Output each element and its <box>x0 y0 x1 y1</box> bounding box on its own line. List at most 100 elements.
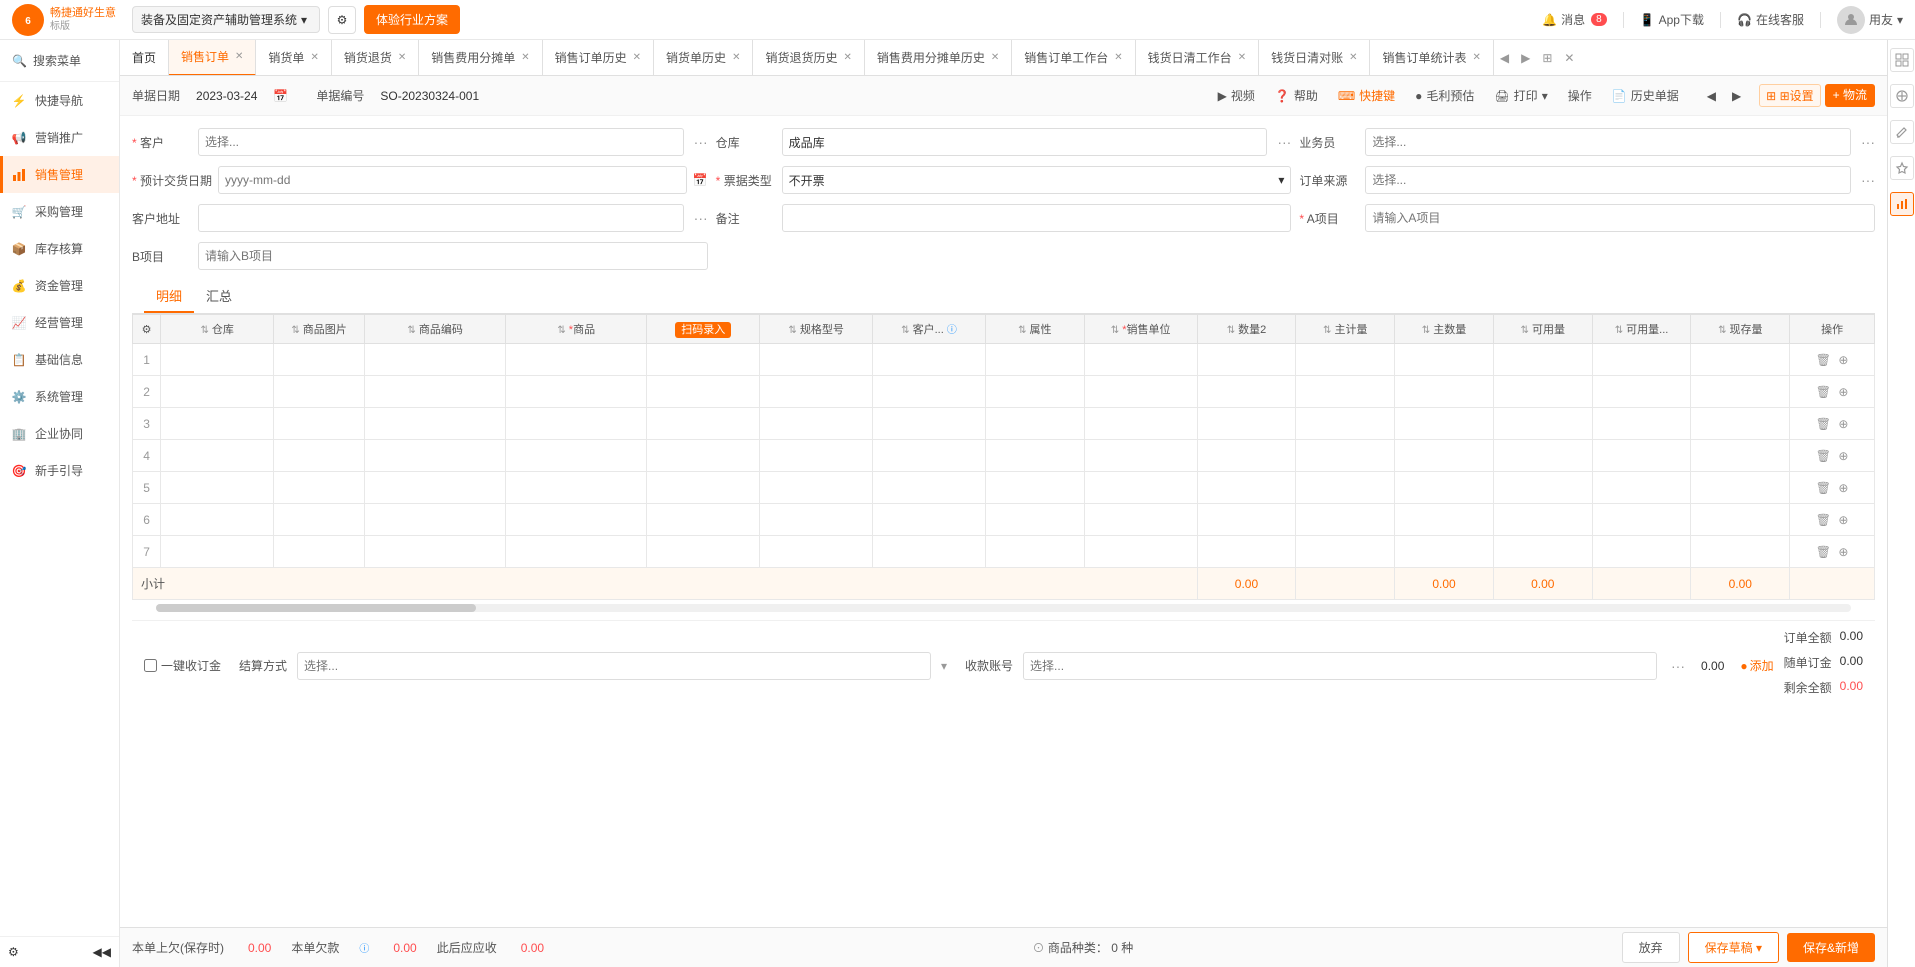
row-7-customer-code[interactable] <box>873 536 986 568</box>
row-5-qty2[interactable] <box>1197 472 1296 504</box>
row-5-delete-icon[interactable]: 🗑 <box>1816 481 1831 495</box>
col-header-attr[interactable]: ⇅ 属性 <box>985 315 1084 344</box>
tab-sales-refund-history-close[interactable]: ✕ <box>843 52 851 63</box>
tab-sales-summary[interactable]: 销售订单统计表 ✕ <box>1370 40 1493 76</box>
col-header-main-unit[interactable]: ⇅ 主计量 <box>1296 315 1395 344</box>
row-2-warehouse[interactable] <box>161 376 274 408</box>
row-1-delete-icon[interactable]: 🗑 <box>1816 353 1831 367</box>
tab-sales-order-history[interactable]: 销售订单历史 ✕ <box>543 40 654 76</box>
row-4-warehouse[interactable] <box>161 440 274 472</box>
row-1-customer-code[interactable] <box>873 344 986 376</box>
add-payment-btn[interactable]: ● 添加 <box>1740 657 1773 674</box>
tab-summary[interactable]: 汇总 <box>194 280 244 313</box>
discard-button[interactable]: 放弃 <box>1622 932 1680 963</box>
row-1-qty2[interactable] <box>1197 344 1296 376</box>
salesperson-input[interactable] <box>1365 128 1851 156</box>
row-2-spec[interactable] <box>760 376 873 408</box>
tab-sales-refund-history[interactable]: 销货退货历史 ✕ <box>753 40 864 76</box>
row-3-unit[interactable] <box>1084 408 1197 440</box>
tab-sales-fee-history[interactable]: 销售费用分摊单历史 ✕ <box>865 40 1012 76</box>
row-2-unit[interactable] <box>1084 376 1197 408</box>
current-owe-icon[interactable]: ⓘ <box>359 940 369 955</box>
sidebar-item-marketing[interactable]: 📢 营销推广 <box>0 119 119 156</box>
row-7-spec[interactable] <box>760 536 873 568</box>
customer-address-more-btn[interactable]: ··· <box>694 210 708 226</box>
warehouse-more-btn[interactable]: ··· <box>1277 134 1291 150</box>
history-btn[interactable]: 📄 历史单据 <box>1606 85 1685 106</box>
tab-sales-return[interactable]: 销货单 ✕ <box>256 40 331 76</box>
nav-prev-btn[interactable]: ◀ <box>1701 87 1722 105</box>
row-5-product[interactable] <box>506 472 647 504</box>
tab-prev-btn[interactable]: ◀ <box>1494 40 1515 76</box>
tab-cash-reconcile-close[interactable]: ✕ <box>1349 52 1357 63</box>
sidebar-item-guide[interactable]: 🎯 新手引导 <box>0 452 119 489</box>
view-video-btn[interactable]: ▶ 视频 <box>1212 85 1261 106</box>
col-header-stock[interactable]: ⇅ 现存量 <box>1691 315 1790 344</box>
col-header-main-qty[interactable]: ⇅ 主数量 <box>1395 315 1494 344</box>
delivery-date-input[interactable] <box>218 166 687 194</box>
row-3-copy-icon[interactable]: ⊕ <box>1838 417 1848 431</box>
salesperson-more-btn[interactable]: ··· <box>1861 134 1875 150</box>
right-panel-btn-1[interactable] <box>1890 48 1914 72</box>
row-7-warehouse[interactable] <box>161 536 274 568</box>
tab-sales-return-close[interactable]: ✕ <box>310 52 318 63</box>
row-1-copy-icon[interactable]: ⊕ <box>1838 353 1848 367</box>
row-7-qty2[interactable] <box>1197 536 1296 568</box>
row-1-warehouse[interactable] <box>161 344 274 376</box>
sidebar-item-sales[interactable]: 销售管理 <box>0 156 119 193</box>
user-area[interactable]: 用友 ▾ <box>1837 6 1903 34</box>
row-3-code[interactable] <box>365 408 506 440</box>
settings-panel-btn[interactable]: ⊞ ⊞设置 <box>1759 84 1820 107</box>
row-1-attr[interactable] <box>985 344 1084 376</box>
save-draft-button[interactable]: 保存草稿 ▾ <box>1688 932 1779 963</box>
tab-sales-fee-split[interactable]: 销售费用分摊单 ✕ <box>419 40 542 76</box>
col-header-avail[interactable]: ⇅ 可用量 <box>1493 315 1592 344</box>
row-6-unit[interactable] <box>1084 504 1197 536</box>
sidebar-collapse-icon[interactable]: ◀◀ <box>93 945 111 959</box>
tab-sales-order-history-close[interactable]: ✕ <box>633 52 641 63</box>
tab-cash-daily-close[interactable]: ✕ <box>1238 52 1246 63</box>
row-4-customer-code[interactable] <box>873 440 986 472</box>
print-btn[interactable]: 🖨 打印 ▾ <box>1488 85 1553 106</box>
row-2-code[interactable] <box>365 376 506 408</box>
row-7-attr[interactable] <box>985 536 1084 568</box>
col-header-qty2[interactable]: ⇅ 数量2 <box>1197 315 1296 344</box>
row-1-main-qty[interactable] <box>1395 344 1494 376</box>
col-header-code[interactable]: ⇅ 商品编码 <box>365 315 506 344</box>
scrollbar-track[interactable] <box>156 604 1851 612</box>
tab-close-all-btn[interactable]: ✕ <box>1558 40 1580 76</box>
customer-address-input[interactable] <box>198 204 684 232</box>
row-2-product[interactable] <box>506 376 647 408</box>
tab-next-btn[interactable]: ▶ <box>1515 40 1536 76</box>
row-1-product[interactable] <box>506 344 647 376</box>
row-3-attr[interactable] <box>985 408 1084 440</box>
row-4-unit[interactable] <box>1084 440 1197 472</box>
row-4-code[interactable] <box>365 440 506 472</box>
auto-collect-checkbox-label[interactable]: 一键收订金 <box>144 657 221 674</box>
table-scrollbar-area[interactable] <box>132 600 1875 620</box>
row-6-code[interactable] <box>365 504 506 536</box>
row-4-qty2[interactable] <box>1197 440 1296 472</box>
row-4-attr[interactable] <box>985 440 1084 472</box>
tab-sales-order-close[interactable]: ✕ <box>235 51 243 62</box>
row-1-unit[interactable] <box>1084 344 1197 376</box>
row-4-main-qty[interactable] <box>1395 440 1494 472</box>
row-2-delete-icon[interactable]: 🗑 <box>1816 385 1831 399</box>
row-2-main-qty[interactable] <box>1395 376 1494 408</box>
row-3-qty2[interactable] <box>1197 408 1296 440</box>
col-header-image[interactable]: ⇅ 商品图片 <box>274 315 365 344</box>
row-6-attr[interactable] <box>985 504 1084 536</box>
customer-input[interactable] <box>198 128 684 156</box>
row-6-main-qty[interactable] <box>1395 504 1494 536</box>
row-2-customer-code[interactable] <box>873 376 986 408</box>
right-panel-btn-2[interactable] <box>1890 84 1914 108</box>
bank-account-input[interactable] <box>1023 652 1657 680</box>
warehouse-input[interactable] <box>782 128 1268 156</box>
app-download[interactable]: 📱 App下载 <box>1640 11 1704 28</box>
tab-sales-summary-close[interactable]: ✕ <box>1473 52 1481 63</box>
row-2-copy-icon[interactable]: ⊕ <box>1838 385 1848 399</box>
col-header-unit[interactable]: ⇅ *销售单位 <box>1084 315 1197 344</box>
notification-area[interactable]: 🔔 消息 8 <box>1542 11 1607 28</box>
row-7-delete-icon[interactable]: 🗑 <box>1816 545 1831 559</box>
row-4-product[interactable] <box>506 440 647 472</box>
